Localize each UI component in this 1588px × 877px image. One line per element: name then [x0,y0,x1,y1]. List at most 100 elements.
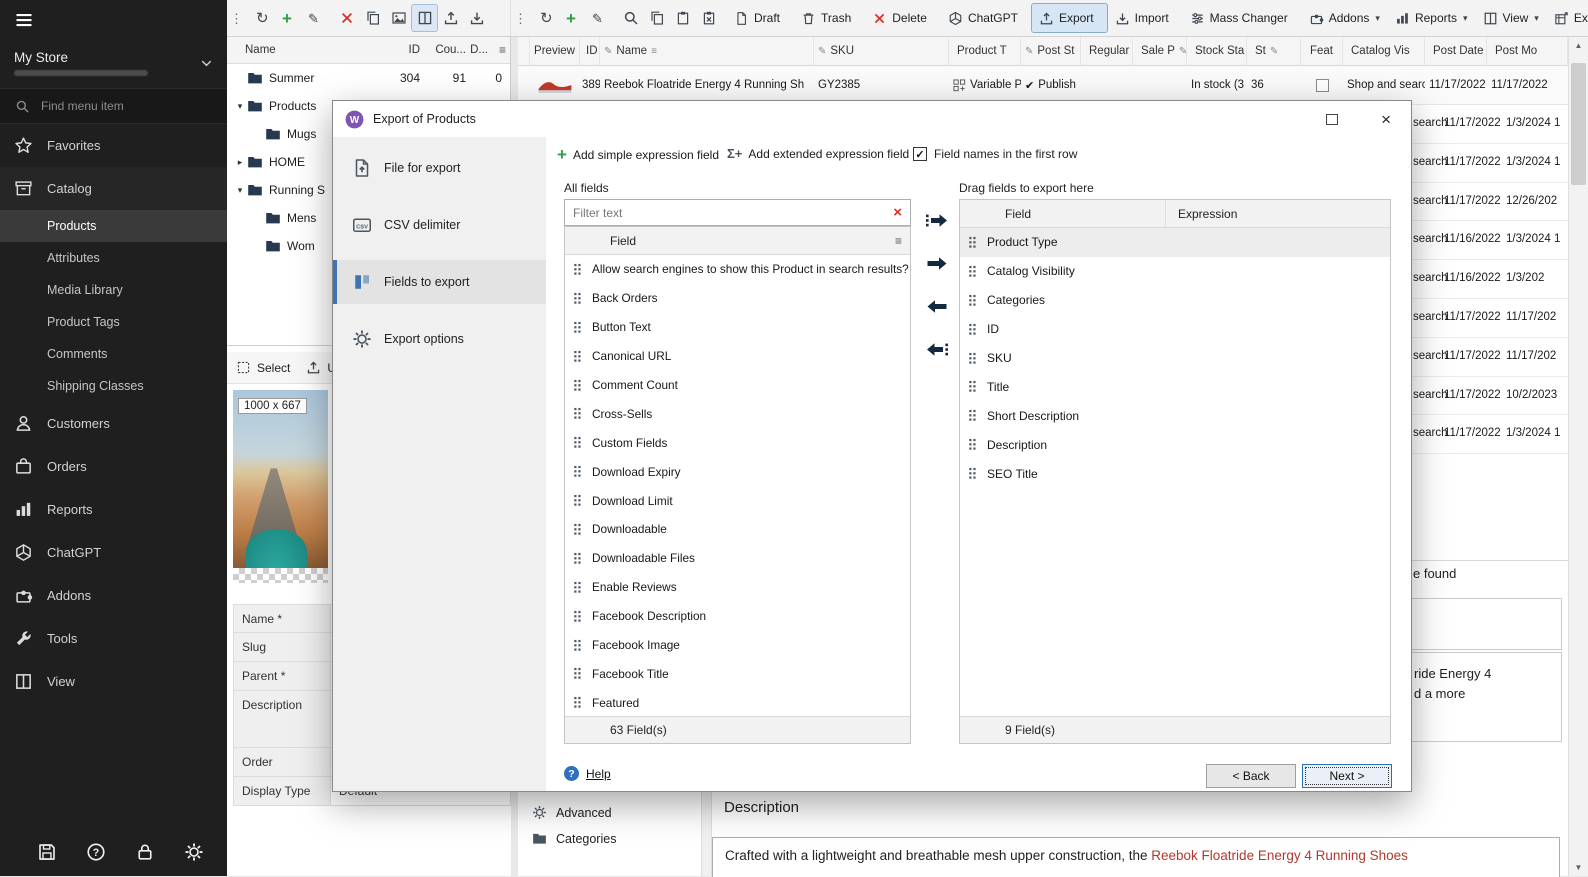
next-button[interactable]: Next > [1302,764,1392,788]
menu-search-input[interactable] [41,99,212,113]
drag-handle-icon[interactable] [573,610,582,623]
clear-clipboard-icon[interactable] [696,5,721,31]
field-row[interactable]: Back Orders [565,284,910,313]
field-column-header[interactable]: Field ≡ [565,227,910,255]
field-column-header[interactable]: Field [960,200,1166,227]
drag-handle-icon[interactable] [573,350,582,363]
product-row[interactable]: search 11/17/2022 1/3/2024 1 [1412,415,1568,455]
export-button[interactable]: Export [1030,3,1108,33]
sidebar-item-comments[interactable]: Comments [0,338,227,370]
back-button[interactable]: < Back [1206,764,1296,788]
column-header[interactable]: St ✎ [1247,37,1301,65]
chatgpt-button[interactable]: ChatGPT [941,4,1031,32]
split-view-icon[interactable] [411,4,438,32]
column-header[interactable]: ✎ Name ≡ [600,37,814,65]
column-header[interactable]: Sale P ✎ [1133,37,1187,65]
sidebar-item-customers[interactable]: Customers [0,402,227,445]
expand-arrow-icon[interactable]: ▾ [233,101,247,112]
step-export-options[interactable]: Export options [333,317,546,361]
move-all-right-button[interactable] [922,207,952,233]
drag-handle-icon[interactable] [573,639,582,652]
export-field-row[interactable]: SKU [960,344,1390,373]
sidebar-item-orders[interactable]: Orders [0,445,227,488]
view-menu-button[interactable]: View ▾ [1476,4,1546,32]
help-icon[interactable] [86,842,106,865]
drag-handle-icon[interactable] [573,436,582,449]
move-all-left-button[interactable] [922,336,952,362]
store-selector[interactable]: My Store [0,42,227,88]
drag-handle-icon[interactable] [968,323,977,336]
field-row[interactable]: Custom Fields [565,428,910,457]
filter-field[interactable]: × [564,199,911,226]
drag-handle-icon[interactable] [573,696,582,709]
download-icon[interactable] [464,5,489,31]
overflow-menu-icon[interactable]: ⋮ [230,5,255,31]
step-fields-to-export[interactable]: Fields to export [333,260,546,304]
drag-handle-icon[interactable] [968,409,977,422]
column-header[interactable]: Preview [530,37,580,65]
field-row[interactable]: Canonical URL [565,342,910,371]
column-name[interactable]: Name [227,44,370,56]
import-button[interactable]: Import [1108,4,1182,32]
export-field-row[interactable]: Description [960,430,1390,459]
drag-handle-icon[interactable] [573,494,582,507]
overflow-menu-icon[interactable]: ⋮ [514,5,539,31]
drag-handle-icon[interactable] [968,265,977,278]
sidebar-item-tools[interactable]: Tools [0,617,227,660]
grid-scrollbar[interactable]: ▲ ▼ [1568,37,1588,876]
sidebar-item-attributes[interactable]: Attributes [0,242,227,274]
drag-handle-icon[interactable] [968,352,977,365]
menu-button[interactable] [0,0,227,42]
sidebar-item-catalog[interactable]: Catalog [0,167,227,210]
product-image-preview[interactable]: 1000 x 667 [233,390,328,568]
edit-icon[interactable]: ✎ [592,5,617,31]
drag-handle-icon[interactable] [573,552,582,565]
lock-icon[interactable] [135,842,155,865]
maximize-button[interactable] [1326,113,1339,125]
product-row[interactable]: search 11/17/2022 1/3/2024 1 [1412,105,1568,144]
drag-handle-icon[interactable] [573,263,582,276]
sidebar-item-products[interactable]: Products [0,210,227,242]
step-csv-delimiter[interactable]: CSV delimiter [333,203,546,247]
addons-menu-button[interactable]: Addons ▾ [1302,4,1387,32]
reports-menu-button[interactable]: Reports ▾ [1388,4,1475,32]
tab-advanced[interactable]: Advanced [532,805,616,820]
drag-handle-icon[interactable] [573,465,582,478]
scroll-thumb[interactable] [1571,63,1586,185]
field-row[interactable]: Featured [565,688,910,716]
field-names-checkbox[interactable]: ✓ Field names in the first row [913,147,1077,161]
column-header[interactable]: ID [580,37,600,65]
sort-icon[interactable]: ≡ [895,234,902,248]
drag-handle-icon[interactable] [968,438,977,451]
tab-categories[interactable]: Categories [532,831,616,846]
field-row[interactable]: Enable Reviews [565,573,910,602]
column-header[interactable]: Product T [949,37,1021,65]
upload-icon[interactable] [438,5,463,31]
field-row[interactable]: Downloadable Files [565,544,910,573]
product-row[interactable]: search 11/16/2022 1/3/2024 1 [1412,221,1568,261]
field-row[interactable]: Allow search engines to show this Produc… [565,255,910,284]
drag-handle-icon[interactable] [968,380,977,393]
sidebar-item-product-tags[interactable]: Product Tags [0,306,227,338]
delete-button[interactable]: Delete [865,4,940,32]
sidebar-item-addons[interactable]: Addons [0,574,227,617]
refresh-icon[interactable]: ↻ [540,5,565,31]
add-simple-field-button[interactable]: + Add simple expression field [557,146,719,163]
product-row[interactable]: search 11/17/2022 11/17/202 [1412,338,1568,377]
drag-handle-icon[interactable] [968,467,977,480]
move-right-button[interactable] [922,250,952,276]
clear-filter-icon[interactable]: × [893,205,902,220]
column-header[interactable]: Regular ✎ [1081,37,1133,65]
drag-handle-icon[interactable] [968,294,977,307]
checkbox-checked-icon[interactable]: ✓ [913,147,927,161]
drag-handle-icon[interactable] [573,581,582,594]
scroll-up-button[interactable]: ▲ [1569,37,1588,54]
field-row[interactable]: Button Text [565,313,910,342]
expand-arrow-icon[interactable]: ▸ [233,157,247,168]
drag-handle-icon[interactable] [968,236,977,249]
sidebar-item-view[interactable]: View [0,660,227,703]
copy-icon[interactable] [644,5,669,31]
drag-handle-icon[interactable] [573,321,582,334]
mass-changer-button[interactable]: Mass Changer [1183,4,1301,32]
drag-handle-icon[interactable] [573,292,582,305]
